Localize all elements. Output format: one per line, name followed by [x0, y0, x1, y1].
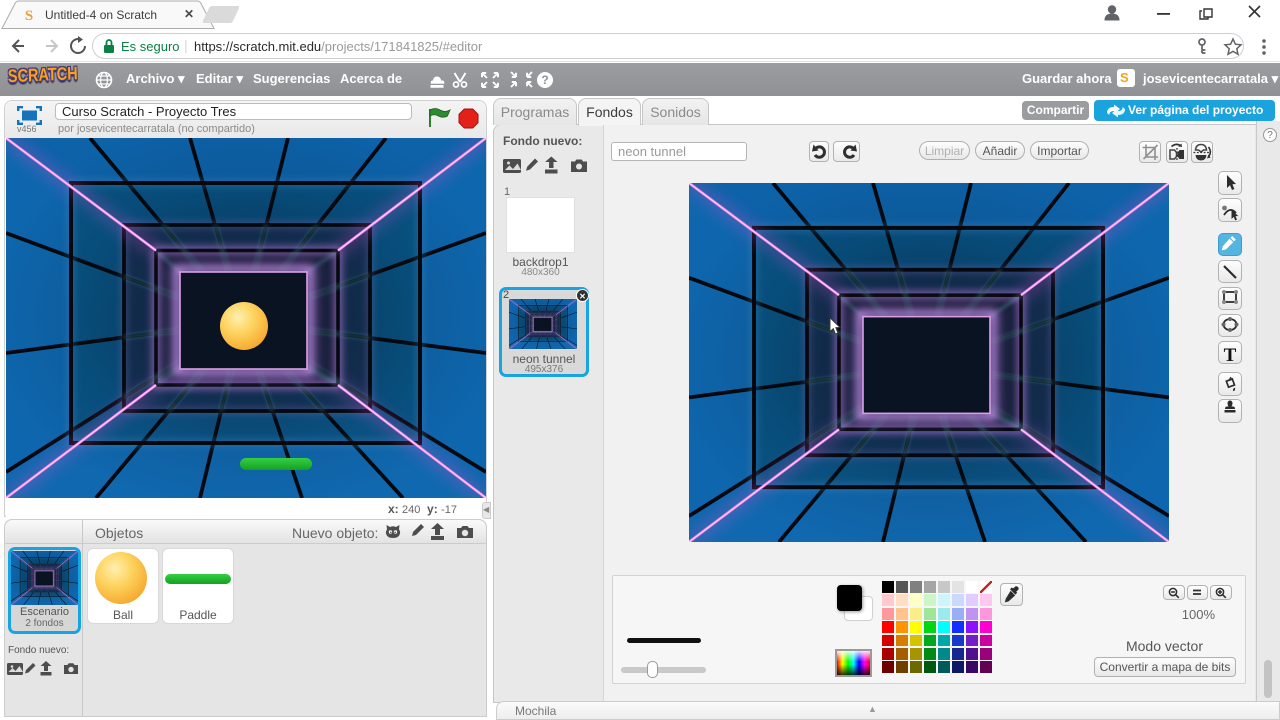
svg-text:S: S	[25, 8, 33, 24]
svg-text:?: ?	[541, 73, 548, 87]
svg-text:T: T	[1223, 345, 1236, 366]
